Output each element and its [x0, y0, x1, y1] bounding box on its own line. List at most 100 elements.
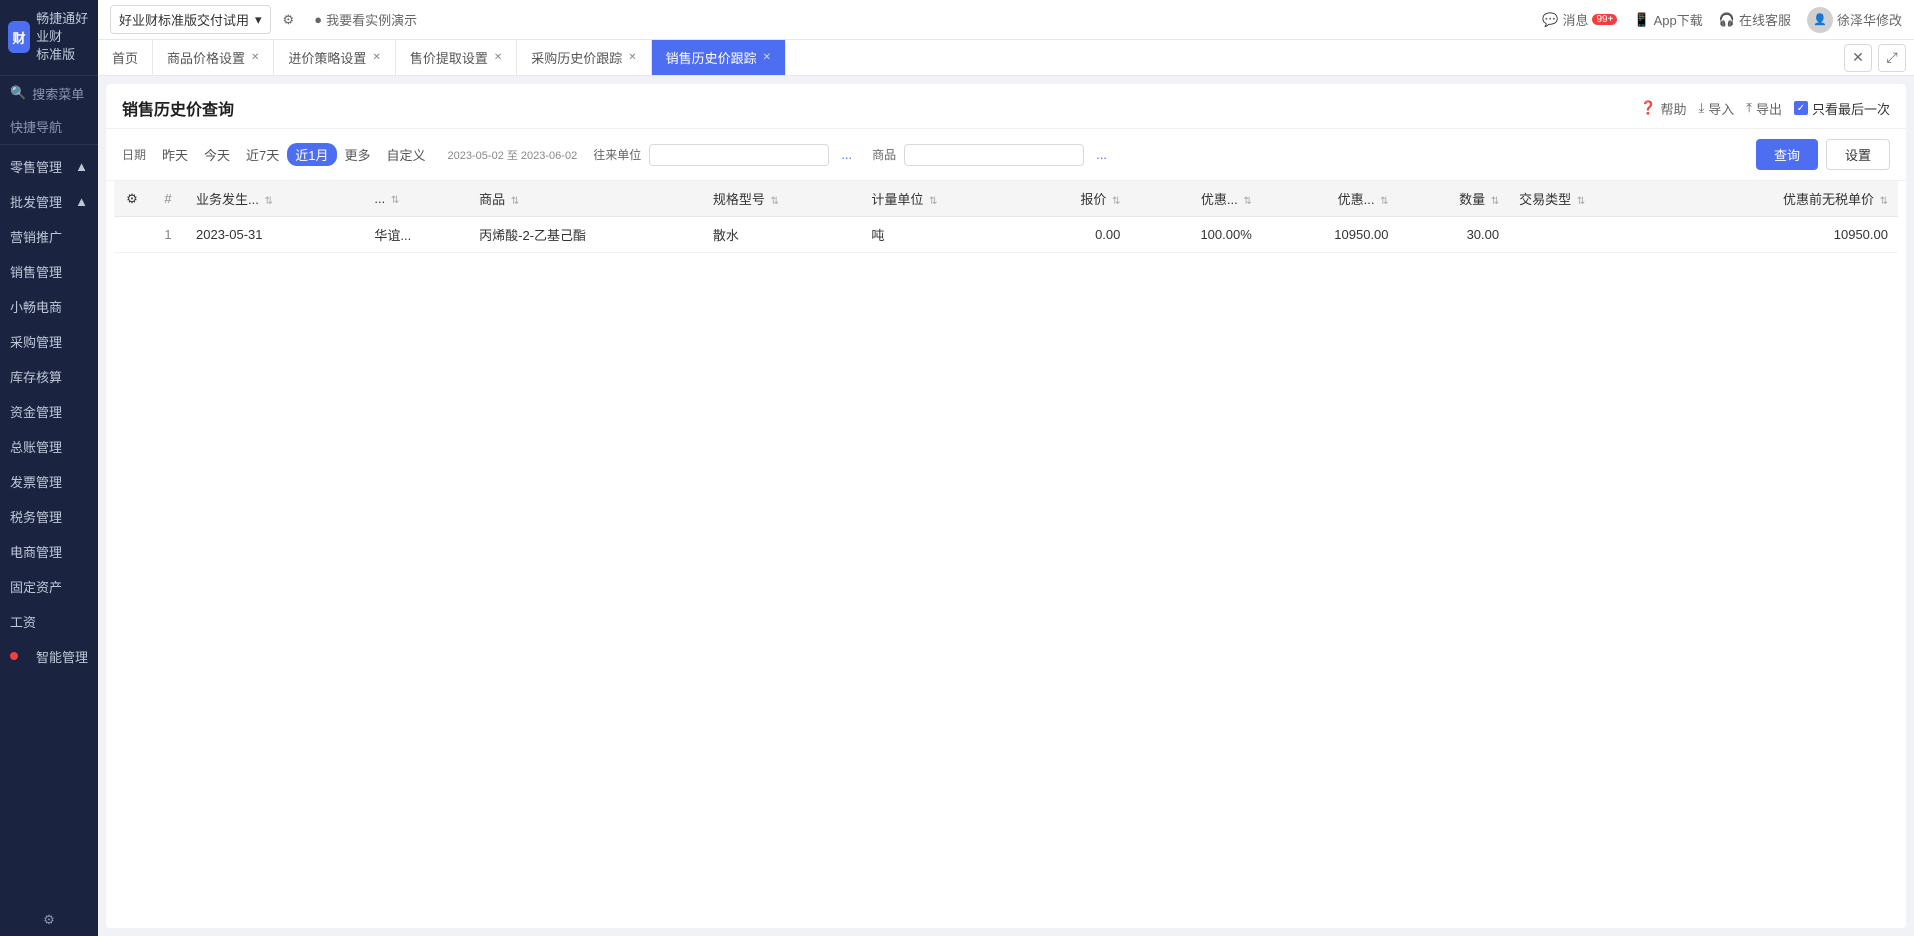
row-pretax-price-cell: 10950.00	[1668, 217, 1898, 253]
sidebar-item-ecommerce-small[interactable]: 小畅电商	[0, 289, 98, 324]
product-more-btn[interactable]: ...	[1092, 147, 1111, 162]
sort-icon-price: ⇅	[1112, 196, 1120, 207]
col-date[interactable]: 业务发生... ⇅	[186, 181, 364, 217]
date-btn-custom[interactable]: 自定义	[379, 143, 434, 166]
row-discount1-cell: 100.00%	[1130, 217, 1261, 253]
tab-close-pricing-strategy[interactable]: ✕	[372, 52, 380, 63]
col-price[interactable]: 报价 ⇅	[1020, 181, 1131, 217]
row-discount2-cell: 10950.00	[1262, 217, 1399, 253]
table-wrap: ⚙ # 业务发生... ⇅ ... ⇅ 商品	[106, 181, 1906, 928]
product-filter-label: 商品	[872, 146, 896, 163]
tab-close-sales-history[interactable]: ✕	[763, 52, 771, 63]
date-range-display: 2023-05-02 至 2023-06-02	[448, 147, 578, 163]
sidebar-item-sales[interactable]: 销售管理	[0, 254, 98, 289]
query-button[interactable]: 查询	[1756, 139, 1818, 170]
user-menu-btn[interactable]: 👤 徐泽华修改	[1807, 7, 1902, 33]
sort-icon-discount1: ⇅	[1243, 196, 1251, 207]
page-title: 销售历史价查询	[122, 96, 234, 120]
source-input[interactable]	[658, 148, 820, 162]
source-more-btn[interactable]: ...	[837, 147, 856, 162]
col-extra[interactable]: ... ⇅	[364, 181, 469, 217]
col-num: #	[150, 181, 186, 217]
sidebar-search[interactable]: 🔍 搜索菜单	[0, 76, 98, 111]
sort-icon-discount2: ⇅	[1380, 196, 1388, 207]
product-filter-group: 商品 ...	[872, 144, 1111, 166]
tab-purchase-history[interactable]: 采购历史价跟踪 ✕	[517, 40, 651, 75]
checkbox-checked-icon: ✓	[1794, 101, 1808, 115]
product-input[interactable]	[913, 148, 1075, 162]
quick-nav-label: 快捷导航	[10, 117, 62, 136]
col-spec[interactable]: 规格型号 ⇅	[703, 181, 861, 217]
tab-close-price-settings[interactable]: ✕	[251, 52, 259, 63]
date-btn-last1m[interactable]: 近1月	[287, 143, 336, 166]
date-btn-today[interactable]: 今天	[196, 143, 238, 166]
sidebar-item-tax[interactable]: 税务管理	[0, 499, 98, 534]
demo-icon: ●	[314, 12, 322, 27]
content-area: 销售历史价查询 ❓ 帮助 ⤓ 导入 ⤒ 导出 ✓	[98, 76, 1914, 936]
row-spec-cell: 散水	[703, 217, 861, 253]
expand-panel-btn[interactable]: ⤢	[1878, 44, 1906, 72]
col-discount1[interactable]: 优惠... ⇅	[1130, 181, 1261, 217]
settings-button[interactable]: 设置	[1826, 139, 1890, 170]
col-transaction-type[interactable]: 交易类型 ⇅	[1509, 181, 1667, 217]
source-filter-group: 往来单位 ...	[593, 144, 856, 166]
sidebar-item-ecommerce[interactable]: 电商管理	[0, 534, 98, 569]
sidebar-quick-nav[interactable]: 快捷导航	[0, 111, 98, 140]
close-panel-btn[interactable]: ✕	[1844, 44, 1872, 72]
col-product[interactable]: 商品 ⇅	[469, 181, 703, 217]
sort-icon-date: ⇅	[264, 196, 272, 207]
sort-icon-transaction: ⇅	[1577, 196, 1585, 207]
edition-selector[interactable]: 好业财标准版交付试用 ▾	[110, 5, 271, 34]
sidebar-item-retail[interactable]: 零售管理 ▲	[0, 149, 98, 184]
sidebar-item-purchase[interactable]: 采购管理	[0, 324, 98, 359]
messages-btn[interactable]: 💬 消息 99+	[1542, 10, 1617, 29]
red-dot-icon	[10, 652, 18, 660]
app-download-btn[interactable]: 📱 App下载	[1633, 10, 1702, 29]
import-link[interactable]: ⤓ 导入	[1698, 99, 1734, 118]
date-btn-last7[interactable]: 近7天	[238, 143, 287, 166]
export-link[interactable]: ⤒ 导出	[1746, 99, 1782, 118]
source-input-wrap	[649, 144, 829, 166]
only-last-label: 只看最后一次	[1812, 99, 1890, 118]
help-icon: ❓	[1640, 100, 1656, 116]
col-settings[interactable]: ⚙	[114, 181, 150, 217]
tab-price-settings[interactable]: 商品价格设置 ✕	[153, 40, 274, 75]
sidebar-item-payroll[interactable]: 工资	[0, 604, 98, 639]
headset-icon: 🎧	[1719, 12, 1735, 28]
tab-price-extract[interactable]: 售价提取设置 ✕	[396, 40, 517, 75]
date-btn-yesterday[interactable]: 昨天	[154, 143, 196, 166]
sidebar-item-wholesale[interactable]: 批发管理 ▲	[0, 184, 98, 219]
sidebar-settings-btn[interactable]: ⚙	[0, 904, 98, 936]
demo-link[interactable]: ● 我要看实例演示	[314, 10, 417, 29]
date-btn-more[interactable]: 更多	[337, 143, 379, 166]
sidebar-item-smart[interactable]: 智能管理	[0, 639, 98, 674]
tab-sales-history[interactable]: 销售历史价跟踪 ✕	[652, 40, 786, 75]
tab-close-price-extract[interactable]: ✕	[494, 52, 502, 63]
col-quantity[interactable]: 数量 ⇅	[1399, 181, 1510, 217]
sidebar-item-finance[interactable]: 资金管理	[0, 394, 98, 429]
help-link[interactable]: ❓ 帮助	[1640, 99, 1686, 118]
sidebar-item-invoice[interactable]: 发票管理	[0, 464, 98, 499]
sidebar-item-inventory[interactable]: 库存核算	[0, 359, 98, 394]
table-row[interactable]: 1 2023-05-31 华谊... 丙烯酸-2-乙基己酯 散水 吨 0.00 …	[114, 217, 1898, 253]
topbar: 好业财标准版交付试用 ▾ ⚙ ● 我要看实例演示 💬 消息 99+ 📱 App下…	[98, 0, 1914, 40]
source-filter-label: 往来单位	[593, 146, 641, 163]
row-product-cell: 丙烯酸-2-乙基己酯	[469, 217, 703, 253]
data-table: ⚙ # 业务发生... ⇅ ... ⇅ 商品	[114, 181, 1898, 253]
only-last-checkbox-wrap[interactable]: ✓ 只看最后一次	[1794, 99, 1890, 118]
product-input-wrap	[904, 144, 1084, 166]
online-service-btn[interactable]: 🎧 在线客服	[1719, 10, 1791, 29]
filter-actions: 查询 设置	[1756, 139, 1890, 170]
tab-close-purchase-history[interactable]: ✕	[628, 52, 636, 63]
row-unit-cell: 吨	[861, 217, 1019, 253]
col-unit[interactable]: 计量单位 ⇅	[861, 181, 1019, 217]
tab-pricing-strategy[interactable]: 进价策略设置 ✕	[274, 40, 395, 75]
tab-home[interactable]: 首页	[98, 40, 153, 75]
date-filter-buttons: 昨天 今天 近7天 近1月 更多 自定义	[154, 143, 434, 166]
sidebar-item-ledger[interactable]: 总账管理	[0, 429, 98, 464]
col-pretax-price[interactable]: 优惠前无税单价 ⇅	[1668, 181, 1898, 217]
sidebar-item-assets[interactable]: 固定资产	[0, 569, 98, 604]
col-discount2[interactable]: 优惠... ⇅	[1262, 181, 1399, 217]
sidebar-item-marketing[interactable]: 营销推广	[0, 219, 98, 254]
topbar-settings-icon[interactable]: ⚙	[279, 8, 299, 32]
